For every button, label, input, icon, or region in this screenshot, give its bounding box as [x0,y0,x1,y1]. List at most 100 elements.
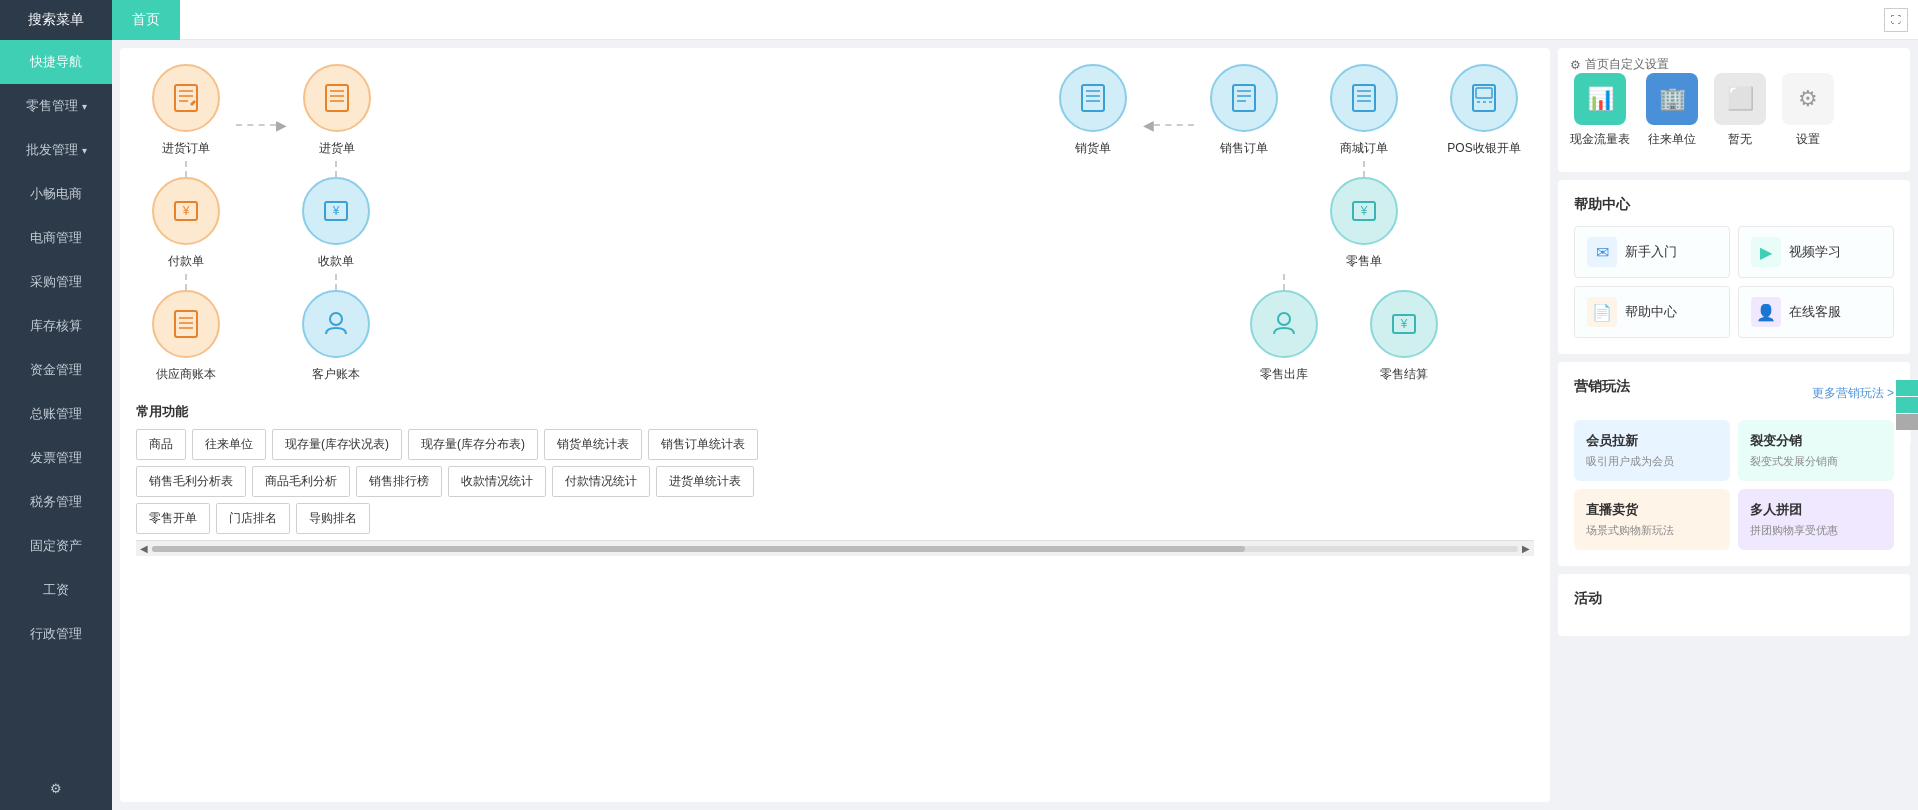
flow-node-retail-out[interactable]: 零售出库 [1234,290,1334,383]
pos-icon [1450,64,1518,132]
svg-text:¥: ¥ [1360,204,1368,218]
quick-nav-cashflow[interactable]: 📊 现金流量表 [1570,73,1630,148]
sidebar-item-ecom-small[interactable]: 小畅电商 [0,172,112,216]
sidebar-item-inventory[interactable]: 库存核算 [0,304,112,348]
float-btn-customer-service[interactable]: 客服热线 [1896,380,1918,396]
cashflow-icon: 📊 [1574,73,1626,125]
flow-node-customer-ledger[interactable]: 客户账本 [286,290,386,383]
sidebar-item-tax[interactable]: 税务管理 [0,480,112,524]
float-buttons: 客服热线 服务社区 桌面快捷 [1896,380,1918,430]
retail-bill-icon: ¥ [1330,177,1398,245]
help-item-video[interactable]: ▶ 视频学习 [1738,226,1894,278]
flow-node-purchase-order[interactable]: 进货订单 [136,64,236,157]
sidebar-item-general-ledger[interactable]: 总账管理 [0,392,112,436]
help-grid: ✉ 新手入门 ▶ 视频学习 📄 帮助中心 👤 [1574,226,1894,338]
flow-node-pos[interactable]: POS收银开单 [1434,64,1534,157]
func-btn-partners[interactable]: 往来单位 [192,429,266,460]
func-btn-store-rank[interactable]: 门店排名 [216,503,290,534]
sidebar-item-assets[interactable]: 固定资产 [0,524,112,568]
settings-gear-icon[interactable]: ⚙ [0,766,112,810]
fullscreen-button[interactable]: ⛶ [1884,8,1908,32]
retail-settle-icon: ¥ [1370,290,1438,358]
float-btn-community[interactable]: 服务社区 [1896,397,1918,413]
func-btn-sale-profit[interactable]: 销售毛利分析表 [136,466,246,497]
float-btn-desktop[interactable]: 桌面快捷 [1896,414,1918,430]
scroll-thumb[interactable] [152,546,1245,552]
func-btn-sale-rank[interactable]: 销售排行榜 [356,466,442,497]
svg-text:¥: ¥ [1400,317,1408,331]
sidebar-item-ecom-mgmt[interactable]: 电商管理 [0,216,112,260]
flow-node-mall-order[interactable]: 商城订单 [1314,64,1414,157]
func-row-1: 商品 往来单位 现存量(库存状况表) 现存量(库存分布表) 销货单统计表 销售订… [136,429,1534,460]
activity-section: 活动 [1558,574,1910,636]
search-menu-button[interactable]: 搜索菜单 [0,0,112,40]
func-btn-payment-stats[interactable]: 付款情况统计 [552,466,650,497]
flow-node-receipt[interactable]: ¥ 收款单 [286,177,386,270]
help-center: 帮助中心 ✉ 新手入门 ▶ 视频学习 📄 帮助中心 [1558,180,1910,354]
flow-node-sale[interactable]: 销货单 [1043,64,1143,157]
customize-homepage-button[interactable]: ⚙ 首页自定义设置 [1570,56,1898,73]
none-icon: ⬜ [1714,73,1766,125]
flow-node-payment[interactable]: ¥ 付款单 [136,177,236,270]
svg-point-35 [330,313,342,325]
sales-order-icon [1210,64,1278,132]
support-icon: 👤 [1751,297,1781,327]
sidebar-item-wholesale[interactable]: 批发管理 ▾ [0,128,112,172]
flow-node-purchase[interactable]: 进货单 [287,64,387,157]
sidebar-item-finance[interactable]: 资金管理 [0,348,112,392]
func-btn-stock-dist[interactable]: 现存量(库存分布表) [408,429,538,460]
svg-rect-0 [175,85,197,111]
more-marketing-link[interactable]: 更多营销玩法 > [1812,385,1894,402]
svg-rect-21 [1476,88,1492,98]
sidebar-item-admin[interactable]: 行政管理 [0,612,112,656]
scroll-right-arrow[interactable]: ▶ [1522,543,1530,554]
flow-node-sales-order[interactable]: 销售订单 [1194,64,1294,157]
flow-node-retail-settle[interactable]: ¥ 零售结算 [1354,290,1454,383]
marketing-live[interactable]: 直播卖货 场景式购物新玩法 [1574,489,1730,550]
sidebar-item-quick-nav[interactable]: 快捷导航 [0,40,112,84]
marketing-section: 营销玩法 更多营销玩法 > 会员拉新 吸引用户成为会员 裂变分销 裂变式发展分销… [1558,362,1910,566]
marketing-title: 营销玩法 [1574,378,1630,396]
flowchart: 进货订单 ▶ 进货单 [136,64,1534,383]
func-btn-receipt-stats[interactable]: 收款情况统计 [448,466,546,497]
common-functions: 常用功能 商品 往来单位 现存量(库存状况表) 现存量(库存分布表) 销货单统计… [136,403,1534,534]
func-btn-guide-rank[interactable]: 导购排名 [296,503,370,534]
scroll-left-arrow[interactable]: ◀ [140,543,148,554]
tab-home[interactable]: 首页 [112,0,180,40]
flow-node-retail-bill[interactable]: ¥ 零售单 [1314,177,1414,270]
chevron-down-icon: ▾ [82,145,87,156]
func-btn-goods[interactable]: 商品 [136,429,186,460]
customer-ledger-icon [302,290,370,358]
sidebar-item-payroll[interactable]: 工资 [0,568,112,612]
func-btn-goods-profit[interactable]: 商品毛利分析 [252,466,350,497]
quick-nav-settings[interactable]: ⚙ 设置 [1782,73,1834,148]
sidebar-item-purchase[interactable]: 采购管理 [0,260,112,304]
help-item-beginner[interactable]: ✉ 新手入门 [1574,226,1730,278]
svg-rect-16 [1353,85,1375,111]
help-center-title: 帮助中心 [1574,196,1894,214]
flow-node-supplier-ledger[interactable]: 供应商账本 [136,290,236,383]
func-btn-order-stats[interactable]: 销售订单统计表 [648,429,758,460]
svg-rect-31 [175,311,197,337]
help-item-online-support[interactable]: 👤 在线客服 [1738,286,1894,338]
activity-title: 活动 [1574,590,1894,608]
func-btn-stock-status[interactable]: 现存量(库存状况表) [272,429,402,460]
scroll-track[interactable] [152,546,1518,552]
func-btn-purchase-stats[interactable]: 进货单统计表 [656,466,754,497]
func-btn-sale-stats[interactable]: 销货单统计表 [544,429,642,460]
func-btn-retail-order[interactable]: 零售开单 [136,503,210,534]
receipt-icon: ¥ [302,177,370,245]
help-item-help-center[interactable]: 📄 帮助中心 [1574,286,1730,338]
payment-icon: ¥ [152,177,220,245]
marketing-member[interactable]: 会员拉新 吸引用户成为会员 [1574,420,1730,481]
marketing-fission[interactable]: 裂变分销 裂变式发展分销商 [1738,420,1894,481]
mall-order-icon [1330,64,1398,132]
sidebar-item-invoice[interactable]: 发票管理 [0,436,112,480]
marketing-header: 营销玩法 更多营销玩法 > [1574,378,1894,408]
sidebar-item-retail[interactable]: 零售管理 ▾ [0,84,112,128]
marketing-group[interactable]: 多人拼团 拼团购物享受优惠 [1738,489,1894,550]
quick-nav-partners[interactable]: 🏢 往来单位 [1646,73,1698,148]
svg-rect-4 [326,85,348,111]
gear-icon: ⚙ [1570,58,1581,72]
svg-text:¥: ¥ [332,204,340,218]
